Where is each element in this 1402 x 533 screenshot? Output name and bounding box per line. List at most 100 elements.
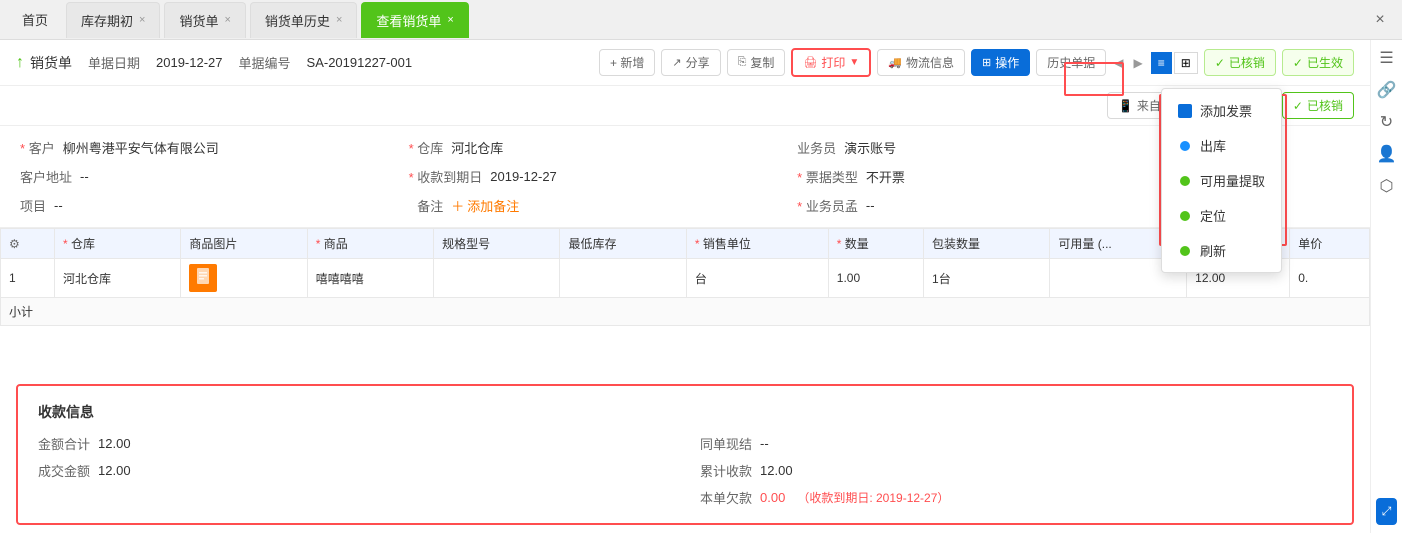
ops-button-label: 操作 [995,54,1019,71]
menu-item-outbound[interactable]: 出库 [1162,128,1281,163]
check-icon: ✓ [1293,99,1303,113]
col-spec: 规格型号 [434,229,560,259]
nav-next[interactable]: ▶ [1132,56,1145,70]
tab-home[interactable]: 首页 [8,2,62,38]
available-qty-icon [1180,176,1190,186]
new-button[interactable]: + 新增 [599,49,655,76]
ops-button[interactable]: ⊞ 操作 [971,49,1030,76]
sidebar-icon-1[interactable]: ☰ [1379,48,1393,68]
col-image: 商品图片 [181,229,307,259]
form-row-2: 客户地址 -- * 收款到期日 2019-12-27 * 票据类型 不开票 [20,167,1350,186]
add-note-button[interactable]: ＋ 添加备注 [451,196,519,215]
menu-item-locate[interactable]: 定位 [1162,198,1281,233]
phone-icon: 📱 [1118,99,1133,113]
address-value: -- [80,169,89,184]
nav-prev[interactable]: ◀ [1112,56,1125,70]
total-amount-row: 金额合计 12.00 [38,434,670,453]
menu-item-available-qty[interactable]: 可用量提取 [1162,163,1281,198]
share-button[interactable]: ↗ 分享 [661,49,720,76]
summary-title: 收款信息 [38,402,1332,422]
ticket-value: 不开票 [866,167,905,186]
order-debt-label: 本单欠款 [700,488,752,507]
sales-order-icon: ↑ [16,54,24,72]
col-settings[interactable]: ⚙ [1,229,55,259]
cell-row-num: 1 [1,259,55,298]
sold-badge-label: 已核销 [1229,54,1265,71]
effective-badge-label: 已生效 [1307,54,1343,71]
tab-sales-history[interactable]: 销货单历史 × [250,2,357,38]
print-button-label: 打印 [821,54,845,71]
cell-quantity: 1.00 [828,259,923,298]
tab-sales-close[interactable]: × [224,14,230,26]
form-row-3: 项目 -- * 备注 ＋ 添加备注 * 业务员孟 -- [20,196,1350,215]
check-button[interactable]: ✓ 已核销 [1282,92,1354,119]
total-amount-label: 金额合计 [38,434,90,453]
number-label: 单据编号 [239,53,291,72]
view-list-btn[interactable]: ≡ [1151,52,1172,74]
summary-grid: 金额合计 12.00 同单现结 -- 成交金额 12.00 累计收款 12.00 [38,434,1332,507]
order-debt-value: 0.00 [760,490,785,505]
date-value: 2019-12-27 [156,55,223,70]
share-button-label: 分享 [686,54,710,71]
due-date-value: 2019-12-27 [490,169,557,184]
number-value: SA-20191227-001 [307,55,413,70]
project-label: 项目 [20,196,46,215]
tab-view-sales-close[interactable]: × [447,14,453,26]
sidebar-icon-2[interactable]: 🔗 [1377,80,1397,100]
cell-warehouse: 河北仓库 [54,259,180,298]
same-order-settle-value: -- [760,436,769,451]
tab-sales-history-close[interactable]: × [336,14,342,26]
doc-actions: + 新增 ↗ 分享 ⎘ 复制 🖨 打印 ▼ 🚚 物流信息 [599,48,1354,77]
customer-field: * 客户 柳州粤港平安气体有限公司 [20,138,389,157]
tab-inventory-label: 库存期初 [81,11,133,30]
tab-view-sales[interactable]: 查看销货单 × [361,2,468,38]
plus-icon: ＋ [451,196,464,215]
project-field: 项目 -- [20,196,389,215]
refresh-icon [1180,246,1190,256]
window-close-button[interactable]: × [1366,6,1394,34]
outbound-icon [1180,141,1190,151]
tab-inventory[interactable]: 库存期初 × [66,2,160,38]
cell-price: 0. [1290,259,1370,298]
print-button[interactable]: 🖨 打印 ▼ [791,48,871,77]
doc-type-label: 销货单 [30,53,72,73]
refresh-label: 刷新 [1200,241,1226,260]
tab-sales-label: 销货单 [179,11,218,30]
ticket-label: 票据类型 [806,170,858,185]
warehouse-field: * 仓库 河北仓库 [409,138,778,157]
settings-icon[interactable]: ⚙ [9,237,20,251]
copy-button[interactable]: ⎘ 复制 [727,49,786,76]
sidebar-expand-icon[interactable]: ⤢ [1376,498,1398,525]
history-button-label: 历史单据 [1047,54,1095,71]
doc-meta: 单据日期 2019-12-27 单据编号 SA-20191227-001 [88,53,412,72]
menu-item-add-invoice[interactable]: 添加发票 [1162,93,1281,128]
total-received-label: 累计收款 [700,461,752,480]
customer-value: 柳州粤港平安气体有限公司 [63,138,219,157]
add-invoice-label: 添加发票 [1200,101,1252,120]
due-date-field: * 收款到期日 2019-12-27 [409,167,778,186]
view-grid-btn[interactable]: ⊞ [1174,52,1198,74]
sidebar-icon-3[interactable]: ↻ [1380,112,1393,132]
deal-amount-label: 成交金额 [38,461,90,480]
menu-item-refresh[interactable]: 刷新 [1162,233,1281,268]
sidebar-icon-5[interactable]: ⬡ [1380,176,1394,196]
logistics-button[interactable]: 🚚 物流信息 [877,49,965,76]
tab-view-sales-label: 查看销货单 [376,11,441,30]
tab-sales[interactable]: 销货单 × [164,2,245,38]
cell-product: 嘻嘻嘻嘻 [307,259,433,298]
doc-type-title: ↑ 销货单 [16,53,72,73]
right-sidebar: ☰ 🔗 ↻ 👤 ⬡ ⤢ [1370,40,1402,533]
form-row-1: * 客户 柳州粤港平安气体有限公司 * 仓库 河北仓库 业务员 演示账号 [20,138,1350,157]
staff-label: 业务员 [797,138,836,157]
col-unit: * 销售单位 [686,229,828,259]
cell-pack-qty: 1台 [924,259,1050,298]
tab-inventory-close[interactable]: × [139,14,145,26]
note-placeholder: 添加备注 [467,196,519,215]
history-button[interactable]: 历史单据 [1036,49,1106,76]
col-min-stock: 最低库存 [560,229,686,259]
doc-header: ↑ 销货单 单据日期 2019-12-27 单据编号 SA-20191227-0… [0,40,1370,86]
product-image [189,264,217,292]
sidebar-icon-4[interactable]: 👤 [1377,144,1397,164]
add-invoice-icon [1178,104,1192,118]
cell-spec [434,259,560,298]
